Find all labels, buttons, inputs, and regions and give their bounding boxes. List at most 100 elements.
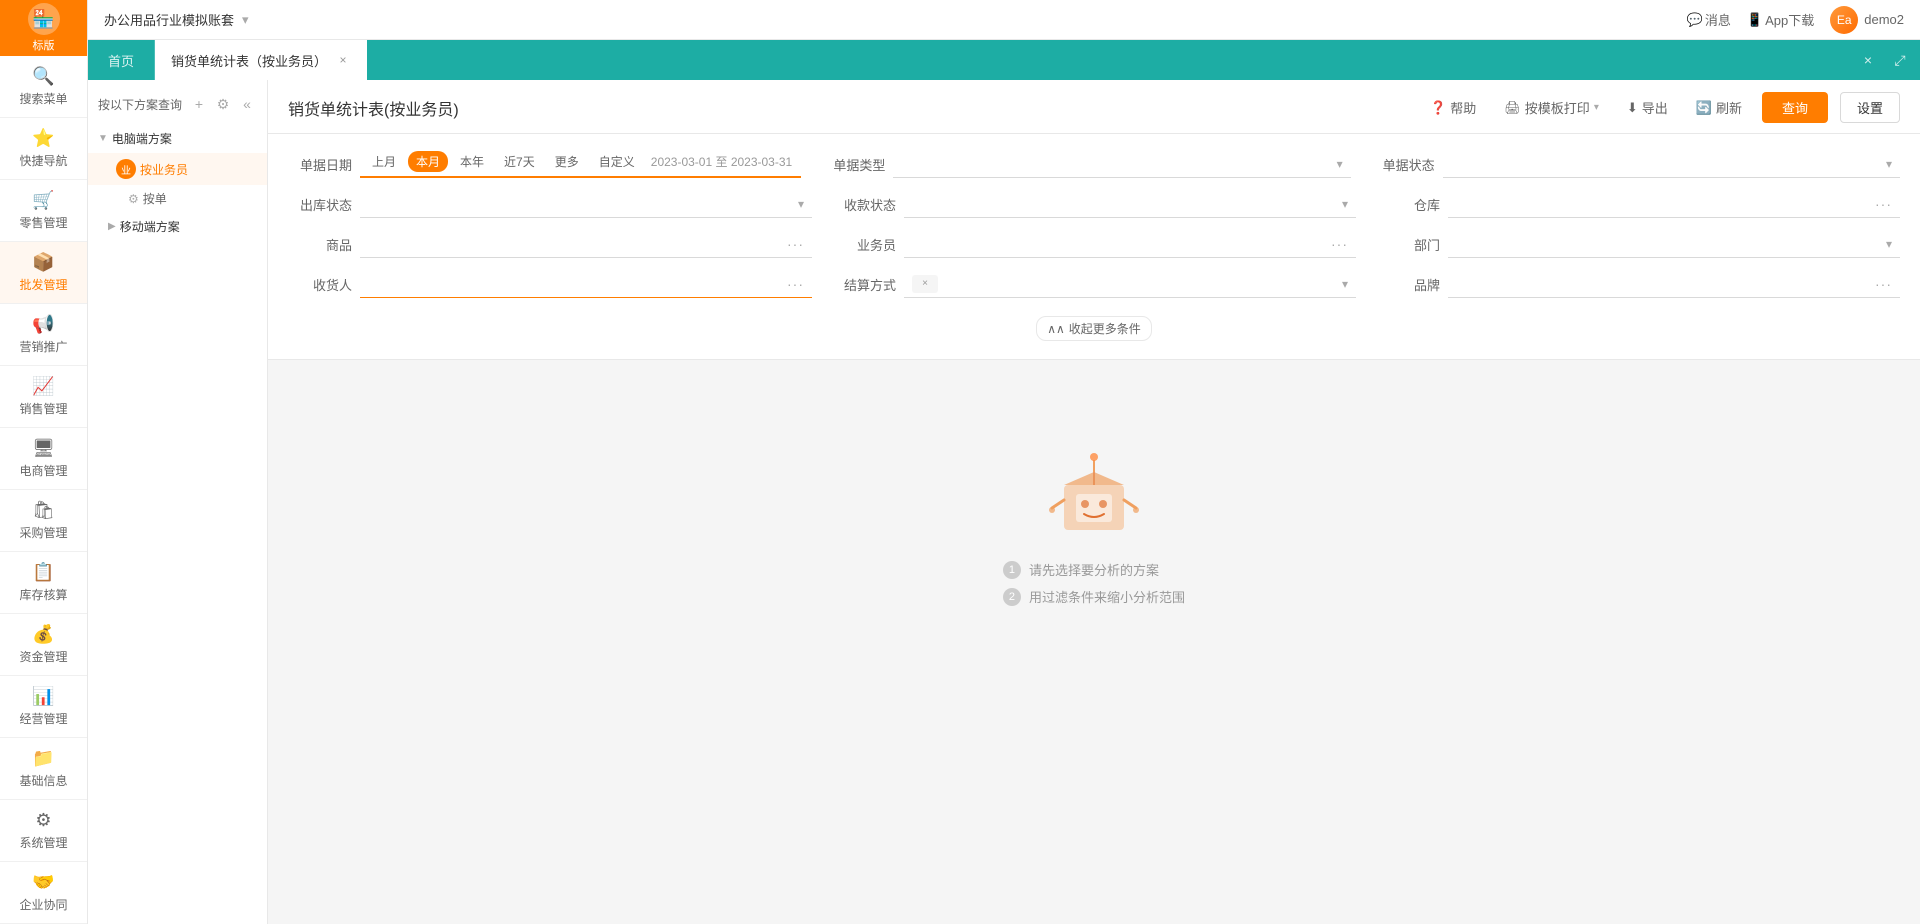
step-1-label: 请先选择要分析的方案 bbox=[1029, 560, 1159, 579]
collapse-up-icon: ∧∧ bbox=[1047, 322, 1065, 336]
sidebar-item-enterprise[interactable]: 🤝 企业协同 bbox=[0, 862, 87, 924]
tree-salesman-item[interactable]: 业 按业务员 bbox=[88, 153, 267, 185]
sidebar-item-basic[interactable]: 📁 基础信息 bbox=[0, 738, 87, 800]
left-panel: 按以下方案查询 + ⚙ « ▼ 电脑端方案 业 按业务员 ⚙ bbox=[88, 80, 268, 924]
page-header: 销货单统计表(按业务员) ❓ 帮助 🖨 按模板打印 ▾ ⬇ 导出 bbox=[268, 80, 1920, 134]
tree-order-item[interactable]: ⚙ 按单 bbox=[88, 185, 267, 212]
settings-scheme-btn[interactable]: ⚙ bbox=[213, 94, 233, 114]
out-status-label: 出库状态 bbox=[288, 195, 360, 214]
tree-mobile-section[interactable]: ▶ 移动端方案 bbox=[88, 212, 267, 241]
operation-icon: 📊 bbox=[32, 686, 54, 707]
enterprise-icon: 🤝 bbox=[32, 872, 54, 893]
sidebar-item-finance[interactable]: 💰 资金管理 bbox=[0, 614, 87, 676]
tree-mobile-label: 移动端方案 bbox=[120, 218, 180, 235]
collapse-btn[interactable]: ∧∧ 收起更多条件 bbox=[1036, 316, 1152, 341]
finance-icon: 💰 bbox=[32, 624, 54, 645]
help-label: 帮助 bbox=[1450, 98, 1476, 117]
user-menu-btn[interactable]: Ea demo2 bbox=[1830, 6, 1904, 34]
order-status-label: 单据状态 bbox=[1371, 155, 1443, 174]
print-dropdown-icon: ▾ bbox=[1594, 102, 1599, 113]
sidebar-item-system[interactable]: ⚙ 系统管理 bbox=[0, 800, 87, 862]
app-download-label: App下载 bbox=[1765, 10, 1814, 29]
settlement-label: 结算方式 bbox=[832, 275, 904, 294]
order-type-label: 单据类型 bbox=[821, 155, 893, 174]
date-range-text: 2023-03-01 至 2023-03-31 bbox=[651, 153, 792, 170]
left-panel-icons: + ⚙ « bbox=[189, 94, 257, 114]
sidebar-item-search-menu[interactable]: 🔍 搜索菜单 bbox=[0, 56, 87, 118]
message-btn[interactable]: 💬 消息 bbox=[1687, 10, 1731, 29]
sidebar-item-label: 企业协同 bbox=[19, 896, 67, 913]
settlement-tag-close[interactable]: × bbox=[918, 277, 932, 291]
empty-step-1: 1 请先选择要分析的方案 bbox=[1003, 560, 1159, 579]
tab-expand-btn[interactable]: ⤢ bbox=[1888, 48, 1912, 72]
sidebar-item-inventory[interactable]: 📋 库存核算 bbox=[0, 552, 87, 614]
settlement-select[interactable]: × ▾ bbox=[904, 270, 1356, 298]
sidebar-item-quick-nav[interactable]: ⭐ 快捷导航 bbox=[0, 118, 87, 180]
expand-icon: ⤢ bbox=[1894, 52, 1905, 69]
collapse-btn-label: 收起更多条件 bbox=[1069, 320, 1141, 337]
order-type-select[interactable]: ▾ bbox=[893, 150, 1350, 178]
sidebar-item-operation[interactable]: 📊 经营管理 bbox=[0, 676, 87, 738]
dropdown-icon[interactable]: ▾ bbox=[242, 12, 249, 28]
sidebar-item-label: 零售管理 bbox=[19, 214, 67, 231]
sidebar-item-purchase[interactable]: 🛍 采购管理 bbox=[0, 490, 87, 552]
sidebar-item-label: 营销推广 bbox=[19, 338, 67, 355]
date-tab-this-year[interactable]: 本年 bbox=[452, 151, 492, 172]
order-status-select[interactable]: ▾ bbox=[1443, 150, 1900, 178]
receipt-status-select[interactable]: ▾ bbox=[904, 190, 1356, 218]
wholesale-icon: 📦 bbox=[32, 252, 54, 273]
export-btn[interactable]: ⬇ 导出 bbox=[1619, 94, 1676, 121]
help-btn[interactable]: ❓ 帮助 bbox=[1422, 94, 1484, 121]
tree-salesman-label: 按业务员 bbox=[140, 161, 188, 178]
query-btn[interactable]: 查询 bbox=[1762, 92, 1828, 123]
salesman-label: 业务员 bbox=[832, 235, 904, 254]
date-tab-7days[interactable]: 近7天 bbox=[496, 151, 543, 172]
logo-text: 标版 bbox=[33, 37, 55, 53]
step-num-1: 1 bbox=[1003, 561, 1021, 579]
salesman-input[interactable]: ··· bbox=[904, 230, 1356, 258]
date-tab-this-month[interactable]: 本月 bbox=[408, 151, 448, 172]
settings-btn[interactable]: 设置 bbox=[1840, 92, 1900, 123]
salesman-scheme-icon: 业 bbox=[116, 159, 136, 179]
message-label: 消息 bbox=[1705, 10, 1731, 29]
consignee-input[interactable]: ··· bbox=[360, 270, 812, 298]
dept-select[interactable]: ▾ bbox=[1448, 230, 1900, 258]
sidebar-item-marketing[interactable]: 📢 营销推广 bbox=[0, 304, 87, 366]
template-print-btn[interactable]: 🖨 按模板打印 ▾ bbox=[1496, 94, 1607, 121]
inventory-icon: 📋 bbox=[32, 562, 54, 583]
retail-icon: 🛒 bbox=[32, 190, 54, 211]
logo-icon: 🏪 bbox=[28, 3, 60, 35]
sidebar-item-wholesale[interactable]: 📦 批发管理 bbox=[0, 242, 87, 304]
sidebar-item-label: 基础信息 bbox=[19, 772, 67, 789]
filter-row-1: 单据日期 上月 本月 本年 近7天 更多 自定义 2023-03-01 至 20… bbox=[288, 150, 1900, 178]
brand-input[interactable]: ··· bbox=[1448, 270, 1900, 298]
tab-home[interactable]: 首页 bbox=[88, 40, 155, 80]
tab-bar-actions: × ⤢ bbox=[1856, 48, 1920, 72]
sidebar-item-sales[interactable]: 📈 销售管理 bbox=[0, 366, 87, 428]
tab-active-sales[interactable]: 销货单统计表（按业务员） × bbox=[155, 40, 367, 80]
tab-close-btn[interactable]: × bbox=[335, 52, 351, 68]
export-icon: ⬇ bbox=[1627, 100, 1638, 116]
product-input[interactable]: ··· bbox=[360, 230, 812, 258]
refresh-btn[interactable]: 🔄 刷新 bbox=[1688, 94, 1750, 121]
dept-label: 部门 bbox=[1376, 235, 1448, 254]
sidebar-item-ecommerce[interactable]: 🖥 电商管理 bbox=[0, 428, 87, 490]
marketing-icon: 📢 bbox=[32, 314, 54, 335]
filter-area: 单据日期 上月 本月 本年 近7天 更多 自定义 2023-03-01 至 20… bbox=[268, 134, 1920, 360]
date-tab-more[interactable]: 更多 bbox=[547, 151, 587, 172]
refresh-icon: 🔄 bbox=[1696, 100, 1712, 116]
app-download-btn[interactable]: 📱 App下载 bbox=[1747, 10, 1814, 29]
order-status-dropdown-icon: ▾ bbox=[1886, 157, 1892, 171]
date-tab-custom[interactable]: 自定义 bbox=[591, 151, 643, 172]
refresh-label: 刷新 bbox=[1716, 98, 1742, 117]
out-status-select[interactable]: ▾ bbox=[360, 190, 812, 218]
tree-pc-section[interactable]: ▼ 电脑端方案 bbox=[88, 124, 267, 153]
date-tab-last-month[interactable]: 上月 bbox=[364, 151, 404, 172]
collapse-panel-btn[interactable]: « bbox=[237, 94, 257, 114]
sidebar-item-retail[interactable]: 🛒 零售管理 bbox=[0, 180, 87, 242]
search-menu-icon: 🔍 bbox=[32, 66, 54, 87]
add-scheme-btn[interactable]: + bbox=[189, 94, 209, 114]
warehouse-input[interactable]: ··· bbox=[1448, 190, 1900, 218]
tab-close-window-btn[interactable]: × bbox=[1856, 48, 1880, 72]
user-avatar: Ea bbox=[1830, 6, 1858, 34]
